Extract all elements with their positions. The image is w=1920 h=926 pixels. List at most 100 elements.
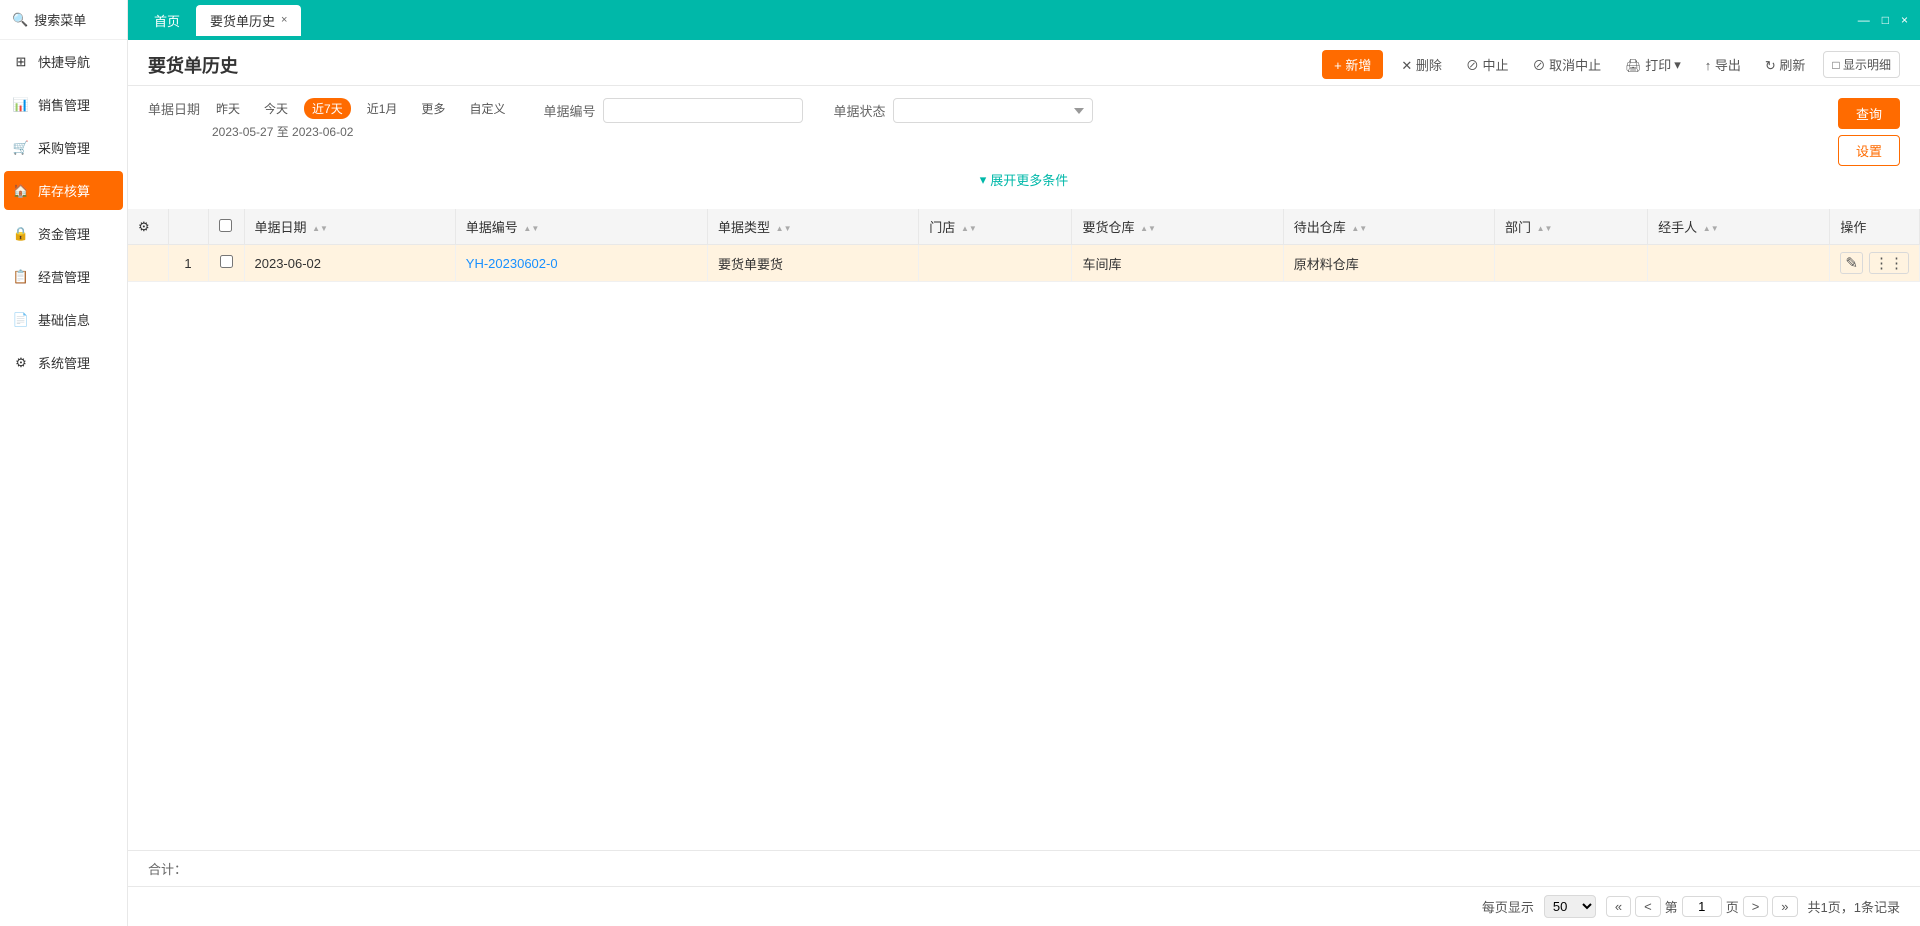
delete-button[interactable]: ✕ 删除 xyxy=(1395,51,1448,78)
topbar: 首页 要货单历史 × — □ × xyxy=(128,0,1920,40)
week-btn[interactable]: 近7天 xyxy=(304,98,351,119)
col-handler[interactable]: 经手人 ▲▼ xyxy=(1648,209,1830,245)
sidebar-item-inventory[interactable]: 🏠 库存核算 xyxy=(4,171,123,210)
next-page-btn[interactable]: > xyxy=(1743,896,1769,917)
window-maximize[interactable]: □ xyxy=(1882,13,1889,27)
page-nav: « < 第 页 > » xyxy=(1606,896,1798,917)
today-btn[interactable]: 今天 xyxy=(256,98,296,119)
sidebar-label-purchase: 采购管理 xyxy=(38,138,90,157)
first-page-btn[interactable]: « xyxy=(1606,896,1631,917)
print-label: 🖨 打印 xyxy=(1625,55,1671,74)
filter-section: 单据日期 昨天 今天 近7天 近1月 更多 自定义 2023-05-27 至 2… xyxy=(128,86,1920,209)
more-btn[interactable]: 更多 xyxy=(413,98,453,119)
sidebar-label-sales: 销售管理 xyxy=(38,95,90,114)
sidebar-search[interactable]: 🔍 搜索菜单 xyxy=(0,0,127,40)
status-select[interactable] xyxy=(893,98,1093,123)
docno-link[interactable]: YH-20230602-0 xyxy=(466,256,558,271)
sidebar-item-system[interactable]: ⚙ 系统管理 xyxy=(0,341,127,384)
more-icon[interactable]: ⋮⋮ xyxy=(1869,252,1909,274)
print-button[interactable]: 🖨 打印 ▾ xyxy=(1619,51,1687,78)
row-doctype: 要货单要货 xyxy=(708,245,919,282)
print-dropdown-icon: ▾ xyxy=(1674,57,1681,73)
row-settings xyxy=(128,245,168,282)
sidebar-item-sales[interactable]: 📊 销售管理 xyxy=(0,83,127,126)
col-pending-warehouse[interactable]: 待出仓库 ▲▼ xyxy=(1283,209,1494,245)
filter-grid: 单据日期 昨天 今天 近7天 近1月 更多 自定义 2023-05-27 至 2… xyxy=(148,98,1900,166)
col-date[interactable]: 单据日期 ▲▼ xyxy=(244,209,455,245)
cancel-stop-button[interactable]: ⊘ 取消中止 xyxy=(1526,51,1607,78)
col-docno[interactable]: 单据编号 ▲▼ xyxy=(455,209,707,245)
stop-button[interactable]: ⊘ 中止 xyxy=(1460,51,1515,78)
custom-btn[interactable]: 自定义 xyxy=(461,98,513,119)
row-docno[interactable]: YH-20230602-0 xyxy=(455,245,707,282)
export-button[interactable]: ↑ 导出 xyxy=(1699,51,1747,78)
sidebar-item-operations[interactable]: 📋 经营管理 xyxy=(0,255,127,298)
tab-home[interactable]: 首页 xyxy=(140,5,194,36)
topbar-right: — □ × xyxy=(1858,13,1908,27)
edit-icon[interactable]: ✎ xyxy=(1840,252,1863,274)
sort-store: ▲▼ xyxy=(961,225,977,233)
row-checkbox[interactable] xyxy=(220,255,233,268)
sidebar-item-purchase[interactable]: 🛒 采购管理 xyxy=(0,126,127,169)
sidebar-label-operations: 经营管理 xyxy=(38,267,90,286)
row-req-warehouse: 车间库 xyxy=(1072,245,1283,282)
query-buttons: 查询 设置 xyxy=(1838,98,1900,166)
sidebar-item-basicinfo[interactable]: 📄 基础信息 xyxy=(0,298,127,341)
total-records-label: 共1页，1条记录 xyxy=(1808,897,1900,916)
yesterday-btn[interactable]: 昨天 xyxy=(208,98,248,119)
query-button[interactable]: 查询 xyxy=(1838,98,1900,129)
col-dept[interactable]: 部门 ▲▼ xyxy=(1495,209,1648,245)
refresh-button[interactable]: ↻ 刷新 xyxy=(1759,51,1812,78)
main-content: 首页 要货单历史 × — □ × 要货单历史 + 新增 ✕ 删除 ⊘ 中止 ⊘ … xyxy=(128,0,1920,926)
row-actions: ✎ ⋮⋮ xyxy=(1830,245,1920,282)
sidebar-label-inventory: 库存核算 xyxy=(38,181,90,200)
col-store[interactable]: 门店 ▲▼ xyxy=(919,209,1072,245)
table-body: 1 2023-06-02 YH-20230602-0 要货单要货 车间库 原材料… xyxy=(128,245,1920,282)
filter-settings-button[interactable]: 设置 xyxy=(1838,135,1900,166)
date-filter-label: 单据日期 xyxy=(148,99,200,118)
display-detail-button[interactable]: □ 显示明细 xyxy=(1823,51,1900,78)
page-number-input[interactable] xyxy=(1682,896,1722,917)
docno-input[interactable] xyxy=(603,98,803,123)
date-range-display: 2023-05-27 至 2023-06-02 xyxy=(212,125,353,139)
docno-filter: 单据编号 xyxy=(543,98,803,123)
per-page-label: 每页显示 xyxy=(1482,897,1534,916)
sidebar-item-finance[interactable]: 🔒 资金管理 xyxy=(0,212,127,255)
window-minimize[interactable]: — xyxy=(1858,13,1870,27)
footer-total-label: 合计： xyxy=(148,862,187,877)
last-page-btn[interactable]: » xyxy=(1772,896,1797,917)
content-wrap: 要货单历史 + 新增 ✕ 删除 ⊘ 中止 ⊘ 取消中止 🖨 打印 ▾ ↑ 导出 … xyxy=(128,40,1920,926)
tab-order-history[interactable]: 要货单历史 × xyxy=(196,5,301,36)
col-action: 操作 xyxy=(1830,209,1920,245)
sidebar-search-label: 搜索菜单 xyxy=(34,10,86,29)
docno-label: 单据编号 xyxy=(543,101,595,120)
col-doctype[interactable]: 单据类型 ▲▼ xyxy=(708,209,919,245)
row-dept xyxy=(1495,245,1648,282)
search-icon: 🔍 xyxy=(12,12,28,28)
col-settings[interactable]: ⚙ xyxy=(128,209,168,245)
jump-label: 第 xyxy=(1665,897,1678,916)
per-page-select[interactable]: 50 20 100 xyxy=(1544,895,1596,918)
col-checkbox[interactable] xyxy=(208,209,244,245)
sidebar-item-quick-nav[interactable]: ⊞ 快捷导航 xyxy=(0,40,127,83)
home-tab-label: 首页 xyxy=(154,11,180,30)
inventory-icon: 🏠 xyxy=(12,182,30,200)
expand-label: 展开更多条件 xyxy=(990,170,1068,189)
purchase-icon: 🛒 xyxy=(12,139,30,157)
header-row: ⚙ 单据日期 ▲▼ 单据编号 ▲▼ xyxy=(128,209,1920,245)
new-button[interactable]: + 新增 xyxy=(1322,50,1383,79)
toolbar: + 新增 ✕ 删除 ⊘ 中止 ⊘ 取消中止 🖨 打印 ▾ ↑ 导出 ↻ 刷新 □… xyxy=(1322,50,1900,79)
sidebar-label-quick-nav: 快捷导航 xyxy=(38,52,90,71)
expand-conditions-button[interactable]: ▾ 展开更多条件 xyxy=(980,170,1069,189)
row-checkbox-cell[interactable] xyxy=(208,245,244,282)
tab-close-icon[interactable]: × xyxy=(281,14,287,26)
select-all-checkbox[interactable] xyxy=(219,219,232,232)
window-close[interactable]: × xyxy=(1901,13,1908,27)
table-footer: 合计： xyxy=(128,850,1920,886)
sort-doctype: ▲▼ xyxy=(776,225,792,233)
month-btn[interactable]: 近1月 xyxy=(359,98,406,119)
prev-page-btn[interactable]: < xyxy=(1635,896,1661,917)
col-req-warehouse[interactable]: 要货仓库 ▲▼ xyxy=(1072,209,1283,245)
row-store xyxy=(919,245,1072,282)
basicinfo-icon: 📄 xyxy=(12,311,30,329)
